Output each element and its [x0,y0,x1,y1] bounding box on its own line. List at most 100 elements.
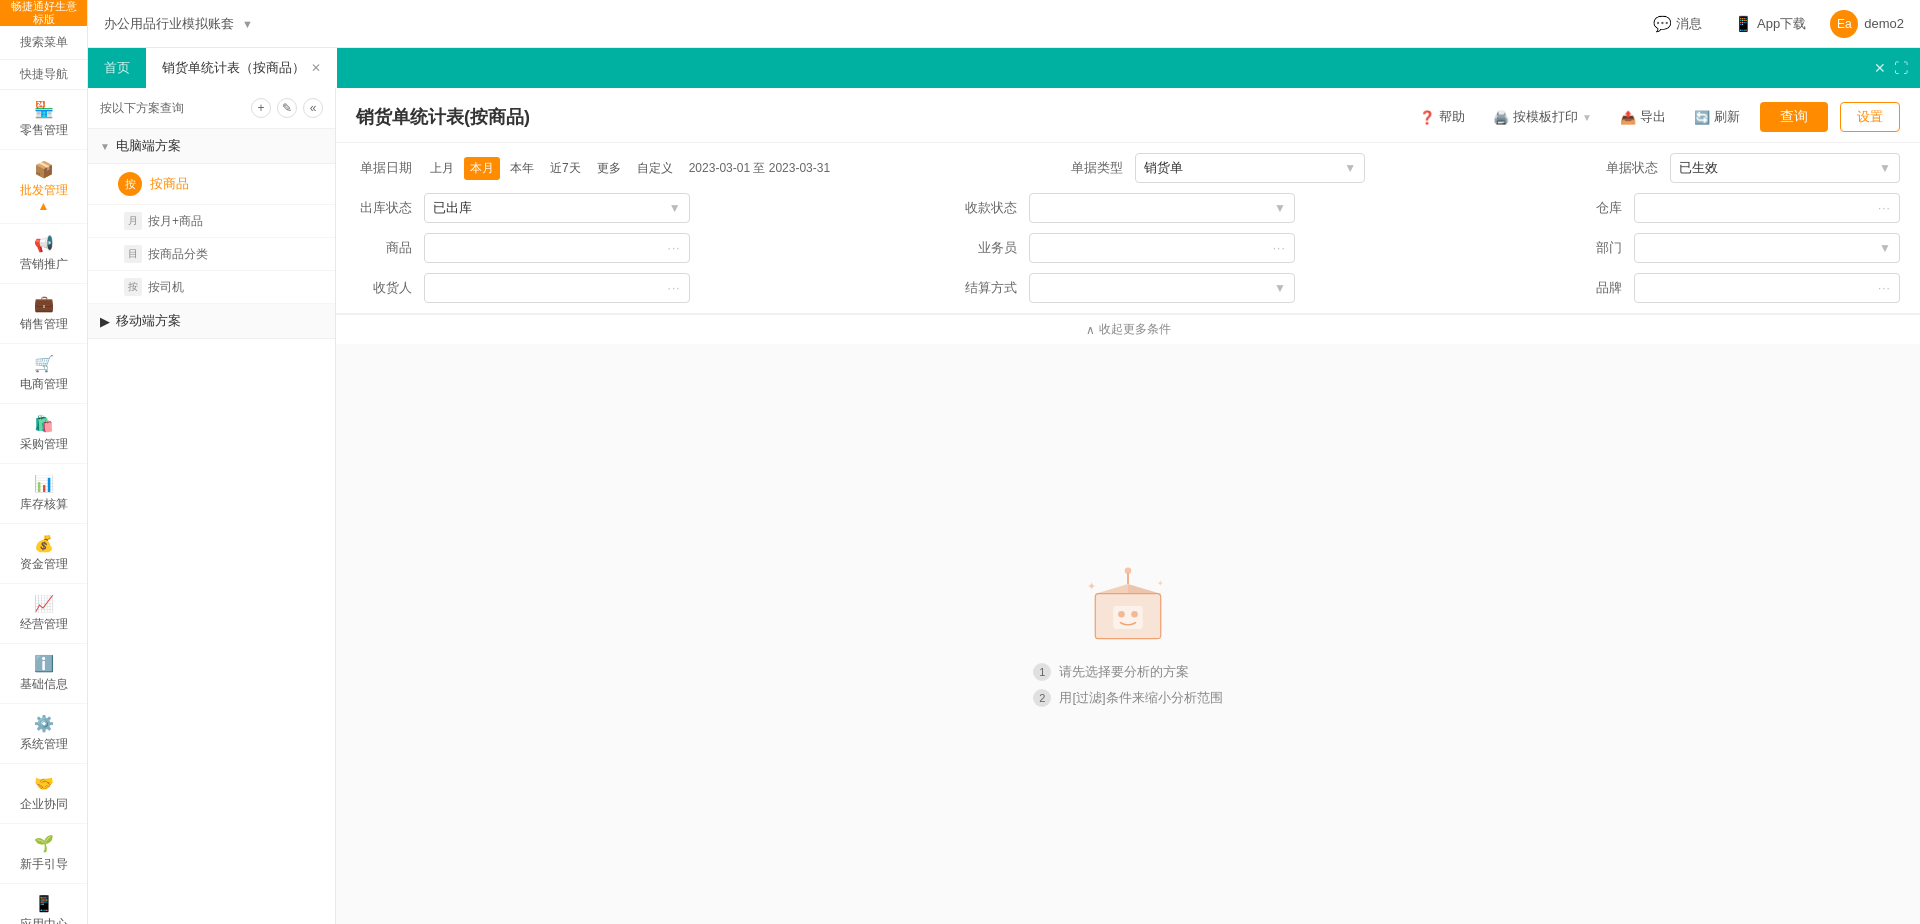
scheme-item-by-driver[interactable]: 按 按司机 [88,271,335,304]
sidebar-item-label: 零售管理 [20,122,68,139]
scheme-add-btn[interactable]: + [251,98,271,118]
page-title-bar: 销货单统计表(按商品) ❓ 帮助 🖨️ 按模板打印 ▼ 📤 [336,88,1920,143]
sidebar-item-marketing[interactable]: 📢 营销推广 [0,224,87,284]
svg-point-4 [1131,611,1138,618]
sidebar-item-ecommerce[interactable]: 🛒 电商管理 [0,344,87,404]
payment-status-label: 收款状态 [961,199,1017,217]
export-btn[interactable]: 📤 导出 [1612,104,1674,130]
shortcut-custom[interactable]: 自定义 [631,157,679,180]
quick-nav[interactable]: 快捷导航 [0,60,87,90]
by-product-dot: 按 [118,172,142,196]
stock-status-control[interactable]: 已出库 ▼ [424,193,690,223]
refresh-btn[interactable]: 🔄 刷新 [1686,104,1748,130]
query-btn[interactable]: 查询 [1760,102,1828,132]
scheme-item-by-category[interactable]: 目 按商品分类 [88,238,335,271]
settings-btn[interactable]: 设置 [1840,102,1900,132]
empty-state: ✦ ✦ 1 请先选择要分析的方案 2 用[过滤]条件来缩小分析范围 [336,344,1920,924]
shortcut-more[interactable]: 更多 [591,157,627,180]
sidebar-item-basic[interactable]: ℹ️ 基础信息 [0,644,87,704]
app-logo[interactable]: 畅捷通好生意 标版 [0,0,87,26]
mobile-chevron-icon: ▶ [100,314,110,329]
brand-label: 品牌 [1566,279,1622,297]
sidebar-item-label: 经营管理 [20,616,68,633]
sidebar-item-sales[interactable]: 💼 销售管理 [0,284,87,344]
staff-control[interactable]: ··· [1029,233,1295,263]
sidebar-item-enterprise[interactable]: 🤝 企业协同 [0,764,87,824]
scheme-sub-item-label: 按商品分类 [148,246,208,263]
help-label: 帮助 [1439,108,1465,126]
tab-sales-stats[interactable]: 销货单统计表（按商品） ✕ [146,48,337,88]
scheme-edit-btn[interactable]: ✎ [277,98,297,118]
brand-control[interactable]: ··· [1634,273,1900,303]
workspace-dropdown-icon[interactable]: ▼ [242,18,253,30]
staff-label: 业务员 [961,239,1017,257]
desktop-group-label: 电脑端方案 [116,137,181,155]
scheme-actions: + ✎ « [251,98,323,118]
sidebar-item-wholesale[interactable]: 📦 批发管理 ▲ [0,150,87,224]
print-btn[interactable]: 🖨️ 按模板打印 ▼ [1485,104,1600,130]
sidebar-item-retail[interactable]: 🏪 零售管理 [0,90,87,150]
shortcut-last-month[interactable]: 上月 [424,157,460,180]
shortcut-this-year[interactable]: 本年 [504,157,540,180]
hint-num-1: 1 [1033,663,1051,681]
page-title: 销货单统计表(按商品) [356,105,530,129]
tab-controls: ✕ ⛶ [1874,60,1920,76]
sidebar-item-inventory[interactable]: 📊 库存核算 [0,464,87,524]
filter-row-3: 商品 ··· 业务员 ··· 部门 [356,233,1900,263]
scheme-mobile-group-header[interactable]: ▶ 移动端方案 [88,304,335,339]
warehouse-control[interactable]: ··· [1634,193,1900,223]
scheme-item-by-month-product[interactable]: 月 按月+商品 [88,205,335,238]
refresh-icon: 🔄 [1694,110,1710,125]
sidebar-item-system[interactable]: ⚙️ 系统管理 [0,704,87,764]
sidebar-item-label: 企业协同 [20,796,68,813]
tab-home[interactable]: 首页 [88,48,146,88]
payment-status-dropdown-icon: ▼ [1274,201,1286,215]
desktop-chevron-icon: ▼ [100,141,110,152]
scheme-item-by-product[interactable]: 按 按商品 [88,164,335,205]
sales-icon: 💼 [34,294,54,313]
sidebar-item-app-center[interactable]: 📱 应用中心 [0,884,87,924]
payment-method-dropdown-icon: ▼ [1274,281,1286,295]
collapse-bar[interactable]: ∧ 收起更多条件 [336,314,1920,344]
sidebar-item-finance[interactable]: 💰 资金管理 [0,524,87,584]
dept-control[interactable]: ▼ [1634,233,1900,263]
scheme-desktop-group-header[interactable]: ▼ 电脑端方案 [88,129,335,164]
message-btn[interactable]: 💬 消息 [1645,11,1710,37]
message-label: 消息 [1676,15,1702,33]
basic-icon: ℹ️ [34,654,54,673]
tab-expand-icon[interactable]: ⛶ [1894,60,1908,76]
print-icon: 🖨️ [1493,110,1509,125]
wholesale-icon: 📦 [34,160,54,179]
message-icon: 💬 [1653,15,1672,33]
sidebar-item-operations[interactable]: 📈 经营管理 [0,584,87,644]
sidebar-item-label: 销售管理 [20,316,68,333]
payment-status-control[interactable]: ▼ [1029,193,1295,223]
help-btn[interactable]: ❓ 帮助 [1411,104,1473,130]
month-product-icon: 月 [124,212,142,230]
recipient-control[interactable]: ··· [424,273,690,303]
payment-method-control[interactable]: ▼ [1029,273,1295,303]
scheme-collapse-btn[interactable]: « [303,98,323,118]
svg-point-3 [1118,611,1125,618]
sidebar-item-newbie[interactable]: 🌱 新手引导 [0,824,87,884]
doc-status-control[interactable]: 已生效 ▼ [1670,153,1900,183]
tab-close-all-icon[interactable]: ✕ [1874,60,1886,76]
app-download-btn[interactable]: 📱 App下载 [1726,11,1814,37]
shortcut-this-month[interactable]: 本月 [464,157,500,180]
product-control[interactable]: ··· [424,233,690,263]
export-label: 导出 [1640,108,1666,126]
filter-row-2: 出库状态 已出库 ▼ 收款状态 ▼ 仓库 [356,193,1900,223]
shortcut-7days[interactable]: 近7天 [544,157,587,180]
doc-type-control[interactable]: 销货单 ▼ [1135,153,1365,183]
search-menu[interactable]: 搜索菜单 [0,26,87,60]
doc-type-value: 销货单 [1144,159,1183,177]
tab-close-icon[interactable]: ✕ [311,61,321,75]
sidebar-item-label: 资金管理 [20,556,68,573]
scheme-panel: 按以下方案查询 + ✎ « [88,88,336,924]
sidebar-item-purchase[interactable]: 🛍️ 采购管理 [0,404,87,464]
expand-icon: ▲ [38,199,50,213]
date-range-display: 2023-03-01 至 2023-03-31 [689,160,830,177]
user-info[interactable]: Ea demo2 [1830,10,1904,38]
app-download-label: App下载 [1757,15,1806,33]
recipient-label: 收货人 [356,279,412,297]
